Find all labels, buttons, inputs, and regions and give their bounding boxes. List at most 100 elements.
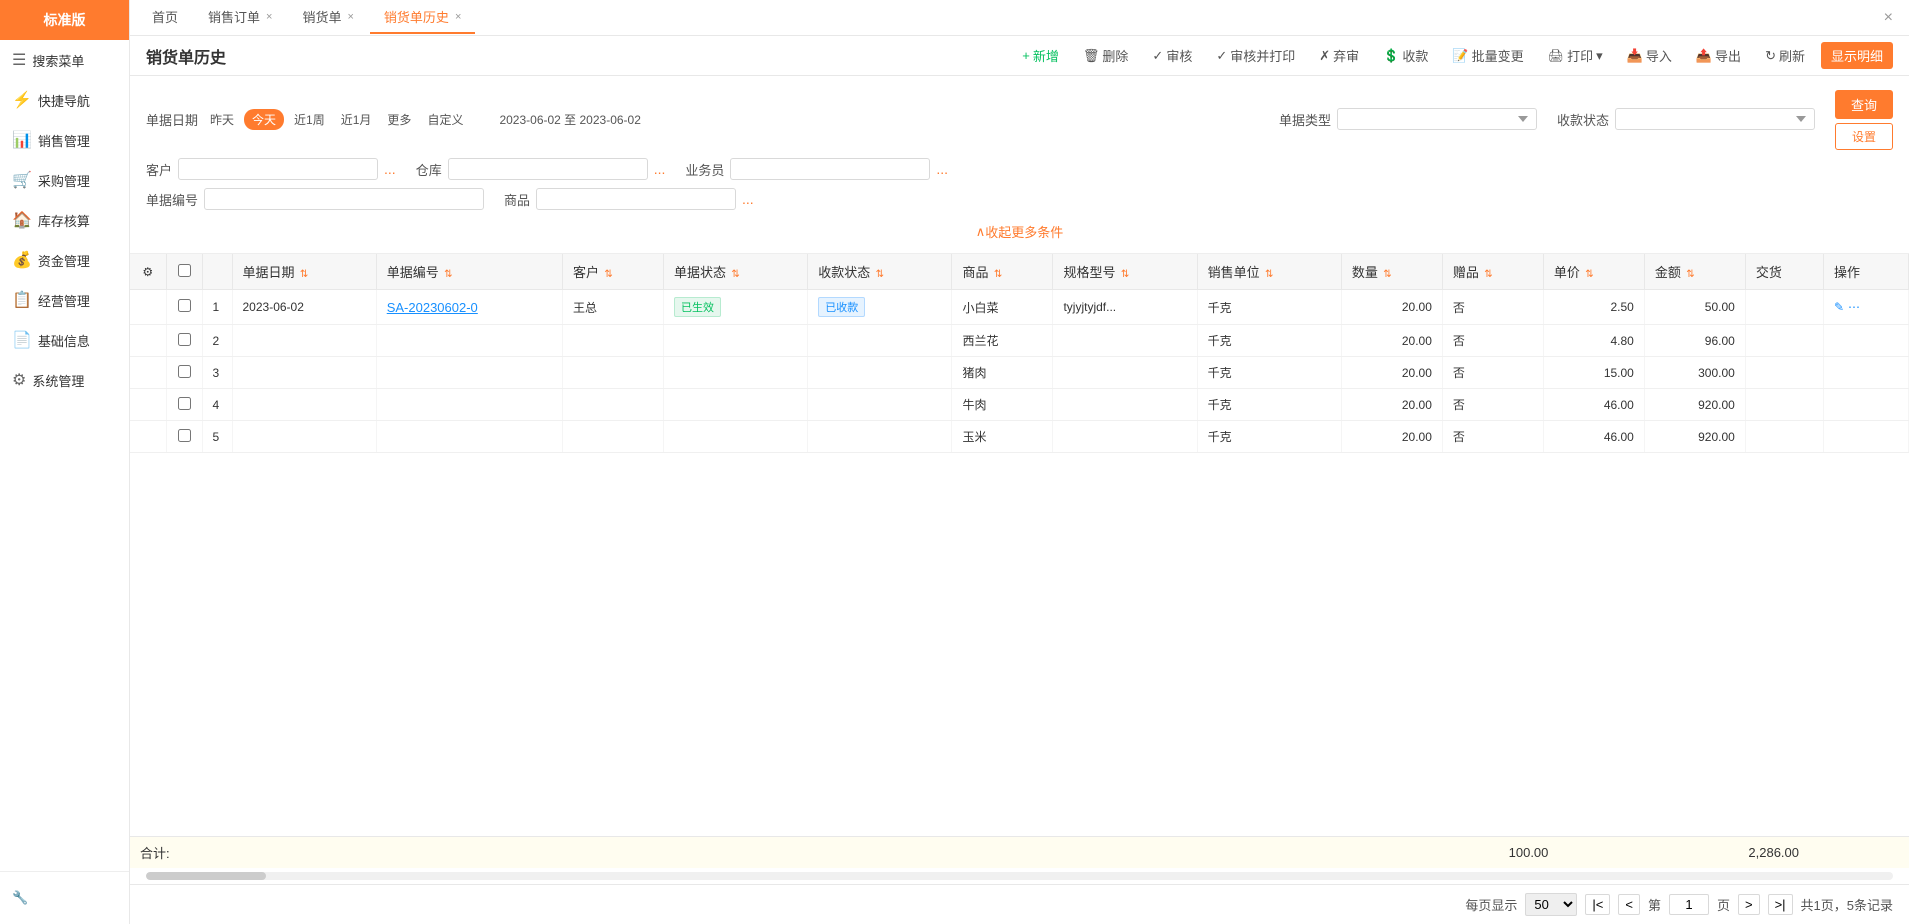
staff-more[interactable]: ... [936, 161, 948, 177]
date-tab-today[interactable]: 今天 [244, 109, 284, 130]
unit-price-sort[interactable]: ⇅ [1585, 269, 1593, 280]
amount-sort[interactable]: ⇅ [1686, 269, 1694, 280]
window-close-btn[interactable]: × [1876, 9, 1901, 27]
row-checkbox-cell[interactable] [166, 389, 202, 421]
staff-input[interactable] [730, 158, 930, 180]
doc-type-select[interactable] [1337, 108, 1537, 130]
tab-home[interactable]: 首页 [138, 1, 192, 34]
goods-input[interactable] [536, 188, 736, 210]
gift-sort[interactable]: ⇅ [1484, 269, 1492, 280]
doc-date-col-header[interactable]: 单据日期 ⇅ [232, 254, 376, 290]
export-button[interactable]: 📤 导出 [1688, 42, 1749, 69]
row-checkbox-cell[interactable] [166, 421, 202, 453]
doc-date-sort[interactable]: ⇅ [300, 269, 308, 280]
select-all-checkbox[interactable] [178, 264, 191, 277]
doc-status-sort[interactable]: ⇅ [731, 269, 739, 280]
row-doc-no-cell[interactable] [376, 389, 562, 421]
first-page-btn[interactable]: |< [1585, 894, 1610, 915]
tab-sales-history-close[interactable]: × [455, 11, 461, 23]
abandon-button[interactable]: ✗ 弃审 [1311, 42, 1367, 69]
date-tab-last7[interactable]: 近1周 [288, 109, 331, 130]
qty-sort[interactable]: ⇅ [1383, 269, 1391, 280]
row-checkbox[interactable] [178, 365, 191, 378]
row-checkbox-cell[interactable] [166, 325, 202, 357]
display-detail-button[interactable]: 显示明细 [1821, 42, 1893, 69]
row-checkbox-cell[interactable] [166, 290, 202, 325]
unit-sort[interactable]: ⇅ [1265, 269, 1273, 280]
refresh-button[interactable]: ↻ 刷新 [1757, 42, 1813, 69]
goods-more[interactable]: ... [742, 191, 754, 207]
warehouse-input[interactable] [448, 158, 648, 180]
sidebar-bottom-left[interactable]: 🔧 [0, 880, 129, 916]
doc-no-link[interactable]: SA-20230602-0 [387, 300, 478, 315]
per-page-select[interactable]: 50 100 200 [1525, 893, 1577, 916]
sidebar-item-purchase-mgmt[interactable]: 🛒 采购管理 [0, 160, 129, 200]
setting-button[interactable]: 设置 [1835, 123, 1893, 150]
customer-sort[interactable]: ⇅ [604, 269, 612, 280]
edit-btn[interactable]: ✎ [1834, 300, 1844, 314]
row-checkbox[interactable] [178, 333, 191, 346]
doc-no-input[interactable] [204, 188, 484, 210]
print-button[interactable]: 🖨 打印 ▾ [1540, 42, 1611, 69]
tab-sales-history[interactable]: 销货单历史 × [370, 1, 475, 34]
delete-button[interactable]: 🗑 删除 [1075, 42, 1137, 69]
row-doc-no-cell[interactable]: SA-20230602-0 [376, 290, 562, 325]
sidebar-item-biz-mgmt[interactable]: 📋 经营管理 [0, 280, 129, 320]
warehouse-more[interactable]: ... [654, 161, 666, 177]
row-doc-no-cell[interactable] [376, 325, 562, 357]
query-button[interactable]: 查询 [1835, 90, 1893, 119]
prev-page-btn[interactable]: < [1618, 894, 1640, 915]
new-button[interactable]: + 新增 [1014, 42, 1067, 69]
doc-no-col-header[interactable]: 单据编号 ⇅ [376, 254, 562, 290]
review-button[interactable]: ✓ 审核 [1144, 42, 1200, 69]
date-tab-more[interactable]: 更多 [381, 109, 417, 130]
sidebar-item-sys-mgmt[interactable]: ⚙ 系统管理 [0, 360, 129, 400]
row-checkbox[interactable] [178, 299, 191, 312]
import-button[interactable]: 📥 导入 [1619, 42, 1680, 69]
row-checkbox[interactable] [178, 397, 191, 410]
customer-col-header[interactable]: 客户 ⇅ [563, 254, 664, 290]
checkbox-col-header[interactable] [166, 254, 202, 290]
horizontal-scrollbar[interactable] [146, 872, 1893, 880]
collect-status-sort[interactable]: ⇅ [876, 269, 884, 280]
collect-status-col-header[interactable]: 收款状态 ⇅ [808, 254, 952, 290]
tab-sales-order[interactable]: 销售订单 × [194, 1, 286, 34]
tab-sales-delivery[interactable]: 销货单 × [288, 1, 367, 34]
page-number-input[interactable] [1669, 894, 1709, 915]
customer-input[interactable] [178, 158, 378, 180]
date-tab-custom[interactable]: 自定义 [421, 109, 469, 130]
collapse-button[interactable]: ∧ 收起更多条件 [972, 218, 1068, 245]
goods-col-header[interactable]: 商品 ⇅ [952, 254, 1053, 290]
amount-col-header[interactable]: 金额 ⇅ [1644, 254, 1745, 290]
review-print-button[interactable]: ✓ 审核并打印 [1208, 42, 1303, 69]
more-btn[interactable]: ⋯ [1848, 300, 1860, 314]
unit-col-header[interactable]: 销售单位 ⇅ [1197, 254, 1341, 290]
customer-more[interactable]: ... [384, 161, 396, 177]
row-doc-no-cell[interactable] [376, 421, 562, 453]
gear-col-header[interactable]: ⚙ [130, 254, 166, 290]
doc-no-sort[interactable]: ⇅ [444, 269, 452, 280]
sidebar-item-capital-mgmt[interactable]: 💰 资金管理 [0, 240, 129, 280]
next-page-btn[interactable]: > [1738, 894, 1760, 915]
qty-col-header[interactable]: 数量 ⇅ [1341, 254, 1442, 290]
collect-button[interactable]: 💲 收款 [1375, 42, 1436, 69]
unit-price-col-header[interactable]: 单价 ⇅ [1543, 254, 1644, 290]
gift-col-header[interactable]: 赠品 ⇅ [1442, 254, 1543, 290]
last-page-btn[interactable]: >| [1768, 894, 1793, 915]
spec-sort[interactable]: ⇅ [1121, 269, 1129, 280]
sidebar-item-sales-mgmt[interactable]: 📊 销售管理 [0, 120, 129, 160]
sidebar-item-basic-info[interactable]: 📄 基础信息 [0, 320, 129, 360]
date-tab-yesterday[interactable]: 昨天 [204, 109, 240, 130]
tab-sales-delivery-close[interactable]: × [347, 11, 353, 23]
spec-col-header[interactable]: 规格型号 ⇅ [1053, 254, 1197, 290]
row-doc-no-cell[interactable] [376, 357, 562, 389]
date-tab-last1m[interactable]: 近1月 [335, 109, 378, 130]
tab-sales-order-close[interactable]: × [266, 11, 272, 23]
sidebar-item-search-menu[interactable]: ☰ 搜索菜单 [0, 40, 129, 80]
sidebar-item-inventory[interactable]: 🏠 库存核算 [0, 200, 129, 240]
doc-status-col-header[interactable]: 单据状态 ⇅ [664, 254, 808, 290]
collect-status-select[interactable] [1615, 108, 1815, 130]
batch-change-button[interactable]: 📝 批量变更 [1444, 42, 1531, 69]
row-checkbox-cell[interactable] [166, 357, 202, 389]
sidebar-item-quick-nav[interactable]: ⚡ 快捷导航 [0, 80, 129, 120]
